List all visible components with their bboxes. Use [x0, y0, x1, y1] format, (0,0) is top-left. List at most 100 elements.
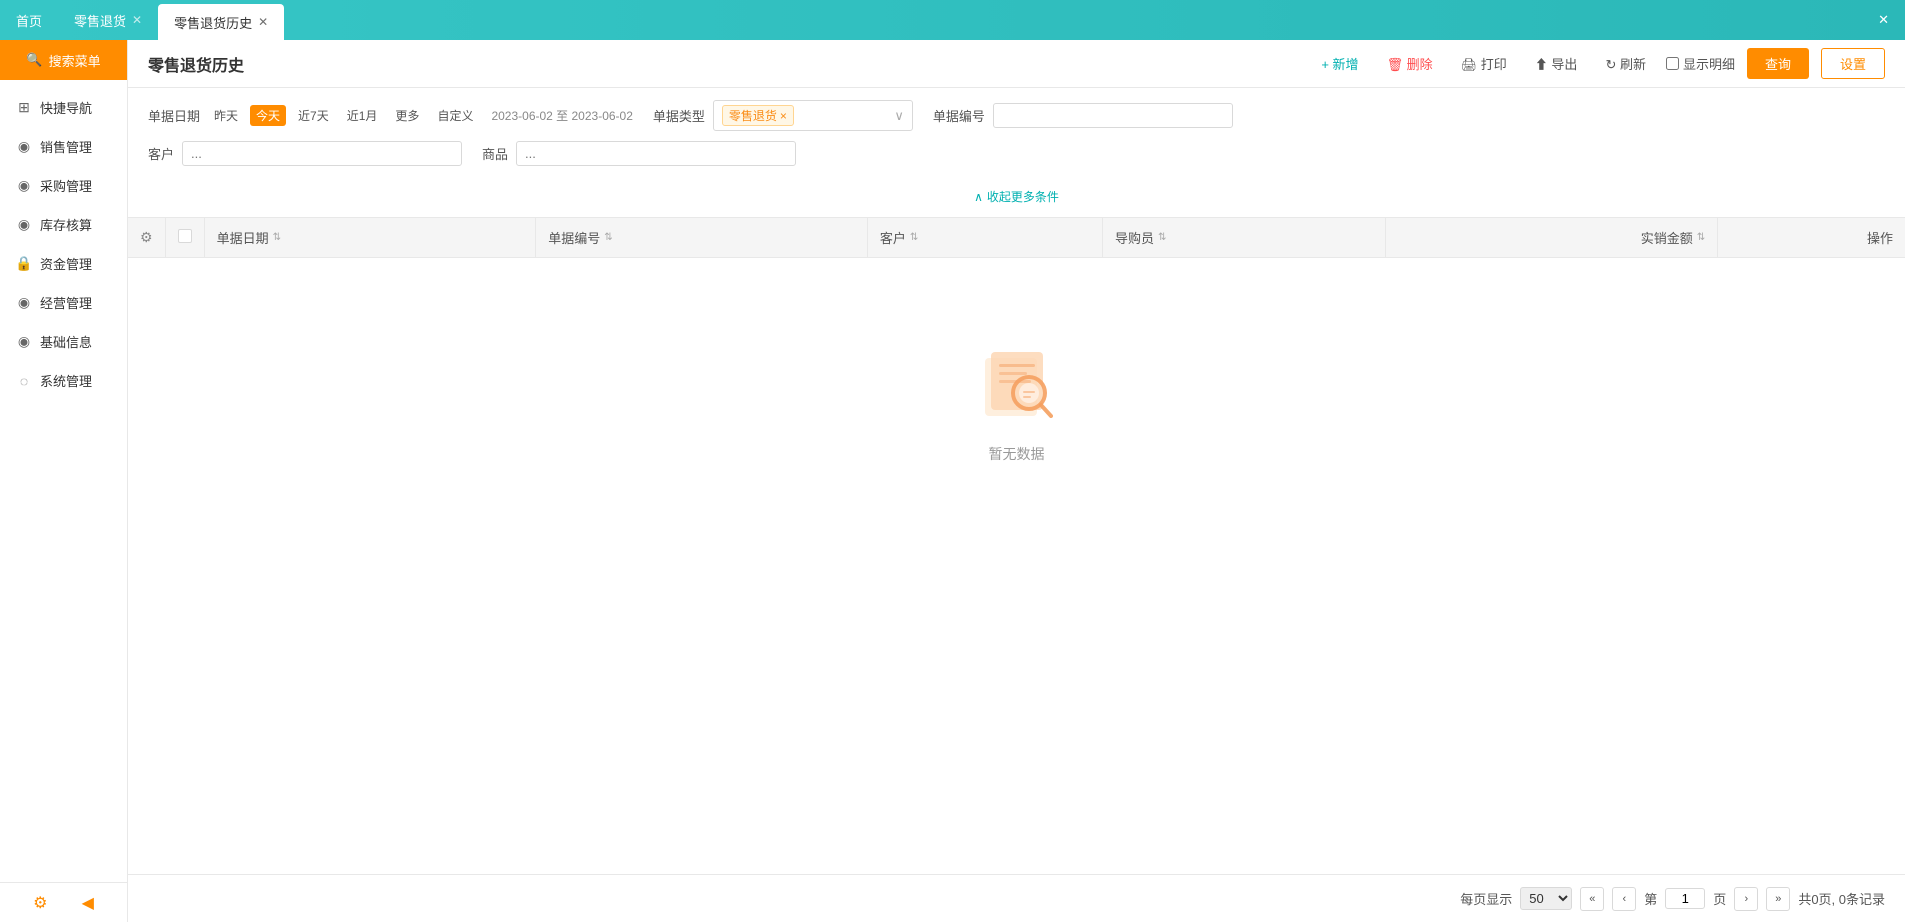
tab-retail-return-history[interactable]: 零售退货历史 ✕ — [158, 4, 284, 40]
th-amount: 实销金额 ⇅ — [1386, 218, 1718, 258]
th-guide-sort-icon: ⇅ — [1158, 232, 1166, 243]
th-amount-sort[interactable]: 实销金额 ⇅ — [1398, 228, 1705, 247]
search-icon: 🔍 — [26, 52, 42, 68]
window-close-btn[interactable]: ✕ — [1878, 12, 1905, 28]
sidebar-item-operations-label: 经营管理 — [40, 293, 92, 312]
export-btn[interactable]: ⬆ 导出 — [1527, 50, 1586, 77]
display-detail-checkbox[interactable] — [1666, 57, 1679, 70]
header-actions: + 新增 🗑 删除 🖨 打印 ⬆ 导出 ↻ 刷新 显示明细 查询 设置 — [1313, 48, 1885, 79]
date-btn-1month[interactable]: 近1月 — [341, 105, 384, 126]
settings-btn[interactable]: 设置 — [1821, 48, 1885, 79]
th-date-label: 单据日期 — [217, 228, 269, 247]
sidebar-nav: ⊞ 快捷导航 ◉ 销售管理 ◉ 采购管理 ◉ 库存核算 🔒 资金管理 ◉ 经营管… — [0, 80, 127, 882]
sidebar: 🔍 搜索菜单 ⊞ 快捷导航 ◉ 销售管理 ◉ 采购管理 ◉ 库存核算 🔒 资金 — [0, 40, 128, 922]
date-label: 单据日期 — [148, 106, 200, 125]
tab-retail-return[interactable]: 零售退货 ✕ — [58, 0, 158, 40]
delete-btn[interactable]: 🗑 删除 — [1379, 50, 1441, 77]
sidebar-item-operations[interactable]: ◉ 经营管理 — [0, 283, 127, 322]
tab-retail-return-history-close[interactable]: ✕ — [258, 15, 268, 29]
page-word-before: 第 — [1644, 889, 1657, 908]
tab-home-label: 首页 — [16, 11, 42, 30]
refresh-btn[interactable]: ↻ 刷新 — [1597, 50, 1654, 77]
th-checkbox — [165, 218, 204, 258]
sidebar-item-quicknav[interactable]: ⊞ 快捷导航 — [0, 88, 127, 127]
th-customer-sort[interactable]: 客户 ⇅ — [880, 228, 1090, 247]
collapse-sidebar-btn[interactable]: ◀ — [82, 893, 94, 913]
sidebar-item-system[interactable]: ◌ 系统管理 — [0, 361, 127, 400]
goods-filter: 商品 — [482, 141, 796, 166]
last-page-icon: » — [1775, 893, 1781, 905]
query-btn[interactable]: 查询 — [1747, 48, 1809, 79]
print-btn[interactable]: 🖨 打印 — [1453, 50, 1515, 77]
page-size-select[interactable]: 10 20 50 100 — [1520, 887, 1572, 910]
page-header: 零售退货历史 + 新增 🗑 删除 🖨 打印 ⬆ 导出 ↻ 刷新 显示明细 查询 … — [128, 40, 1905, 88]
sidebar-item-finance-label: 资金管理 — [40, 254, 92, 273]
th-guide-label: 导购员 — [1115, 228, 1154, 247]
th-number-sort[interactable]: 单据编号 ⇅ — [548, 228, 855, 247]
table-header: ⚙ 单据日期 ⇅ 单据编号 — [128, 218, 1905, 258]
sidebar-item-finance[interactable]: 🔒 资金管理 — [0, 244, 127, 283]
type-tag-text: 零售退货 — [729, 107, 777, 124]
inventory-icon: ◉ — [16, 217, 32, 233]
prev-page-icon: ‹ — [1622, 893, 1626, 905]
filter-area: 单据日期 昨天 今天 近7天 近1月 更多 自定义 2023-06-02 至 2… — [128, 88, 1905, 218]
date-range-display: 2023-06-02 至 2023-06-02 — [491, 107, 632, 124]
number-label: 单据编号 — [933, 106, 985, 125]
sidebar-item-inventory[interactable]: ◉ 库存核算 — [0, 205, 127, 244]
page-word-after: 页 — [1713, 889, 1726, 908]
sidebar-item-purchase-label: 采购管理 — [40, 176, 92, 195]
tab-retail-return-history-label: 零售退货历史 — [174, 13, 252, 32]
date-btn-yesterday[interactable]: 昨天 — [208, 105, 244, 126]
collapse-icon: ∧ — [974, 190, 983, 204]
sidebar-item-sales[interactable]: ◉ 销售管理 — [0, 127, 127, 166]
last-page-btn[interactable]: » — [1766, 887, 1790, 911]
date-btn-more[interactable]: 更多 — [389, 105, 425, 126]
page-number-input[interactable] — [1665, 888, 1705, 909]
th-action: 操作 — [1718, 218, 1905, 258]
th-amount-sort-icon: ⇅ — [1697, 232, 1705, 243]
type-select[interactable]: 零售退货 × ∨ — [713, 100, 913, 131]
prev-page-btn[interactable]: ‹ — [1612, 887, 1636, 911]
date-btn-custom[interactable]: 自定义 — [431, 105, 479, 126]
next-page-btn[interactable]: › — [1734, 887, 1758, 911]
sidebar-item-basics[interactable]: ◉ 基础信息 — [0, 322, 127, 361]
page-title: 零售退货历史 — [148, 52, 244, 76]
date-btn-7days[interactable]: 近7天 — [292, 105, 335, 126]
sidebar-item-purchase[interactable]: ◉ 采购管理 — [0, 166, 127, 205]
gear-icon[interactable]: ⚙ — [140, 229, 153, 245]
number-input[interactable] — [993, 103, 1233, 128]
sidebar-item-basics-label: 基础信息 — [40, 332, 92, 351]
collapse-btn[interactable]: ∧ 收起更多条件 — [962, 184, 1071, 209]
operations-icon: ◉ — [16, 295, 32, 311]
new-btn[interactable]: + 新增 — [1313, 50, 1366, 77]
sidebar-item-inventory-label: 库存核算 — [40, 215, 92, 234]
filter-row-2: 客户 商品 — [148, 141, 1885, 166]
number-filter: 单据编号 — [933, 103, 1233, 128]
empty-text: 暂无数据 — [989, 444, 1045, 464]
th-guide-sort[interactable]: 导购员 ⇅ — [1115, 228, 1373, 247]
th-guide: 导购员 ⇅ — [1103, 218, 1386, 258]
date-buttons: 昨天 今天 近7天 近1月 更多 自定义 — [208, 105, 479, 126]
sidebar-search[interactable]: 🔍 搜索菜单 — [0, 40, 127, 80]
collapse-label: 收起更多条件 — [987, 188, 1059, 205]
finance-icon: 🔒 — [16, 256, 32, 272]
th-customer-sort-icon: ⇅ — [910, 232, 918, 243]
th-date-sort[interactable]: 单据日期 ⇅ — [217, 228, 524, 247]
table-body: 暂无数据 — [128, 258, 1905, 545]
pagination: 每页显示 10 20 50 100 « ‹ 第 页 › » 共0页, 0条记录 — [128, 874, 1905, 922]
tab-home[interactable]: 首页 — [0, 0, 58, 40]
goods-label: 商品 — [482, 144, 508, 163]
type-tag-close[interactable]: × — [780, 109, 787, 123]
display-detail-toggle[interactable]: 显示明细 — [1666, 54, 1735, 73]
select-all-checkbox[interactable] — [178, 229, 192, 243]
type-filter: 单据类型 零售退货 × ∨ — [653, 100, 913, 131]
tab-retail-return-close[interactable]: ✕ — [132, 13, 142, 27]
th-date-sort-icon: ⇅ — [273, 232, 281, 243]
date-btn-today[interactable]: 今天 — [250, 105, 286, 126]
goods-input[interactable] — [516, 141, 796, 166]
main-layout: 🔍 搜索菜单 ⊞ 快捷导航 ◉ 销售管理 ◉ 采购管理 ◉ 库存核算 🔒 资金 — [0, 40, 1905, 922]
customer-input[interactable] — [182, 141, 462, 166]
settings-icon-btn[interactable]: ⚙ — [33, 893, 47, 913]
th-gear: ⚙ — [128, 218, 165, 258]
first-page-btn[interactable]: « — [1580, 887, 1604, 911]
